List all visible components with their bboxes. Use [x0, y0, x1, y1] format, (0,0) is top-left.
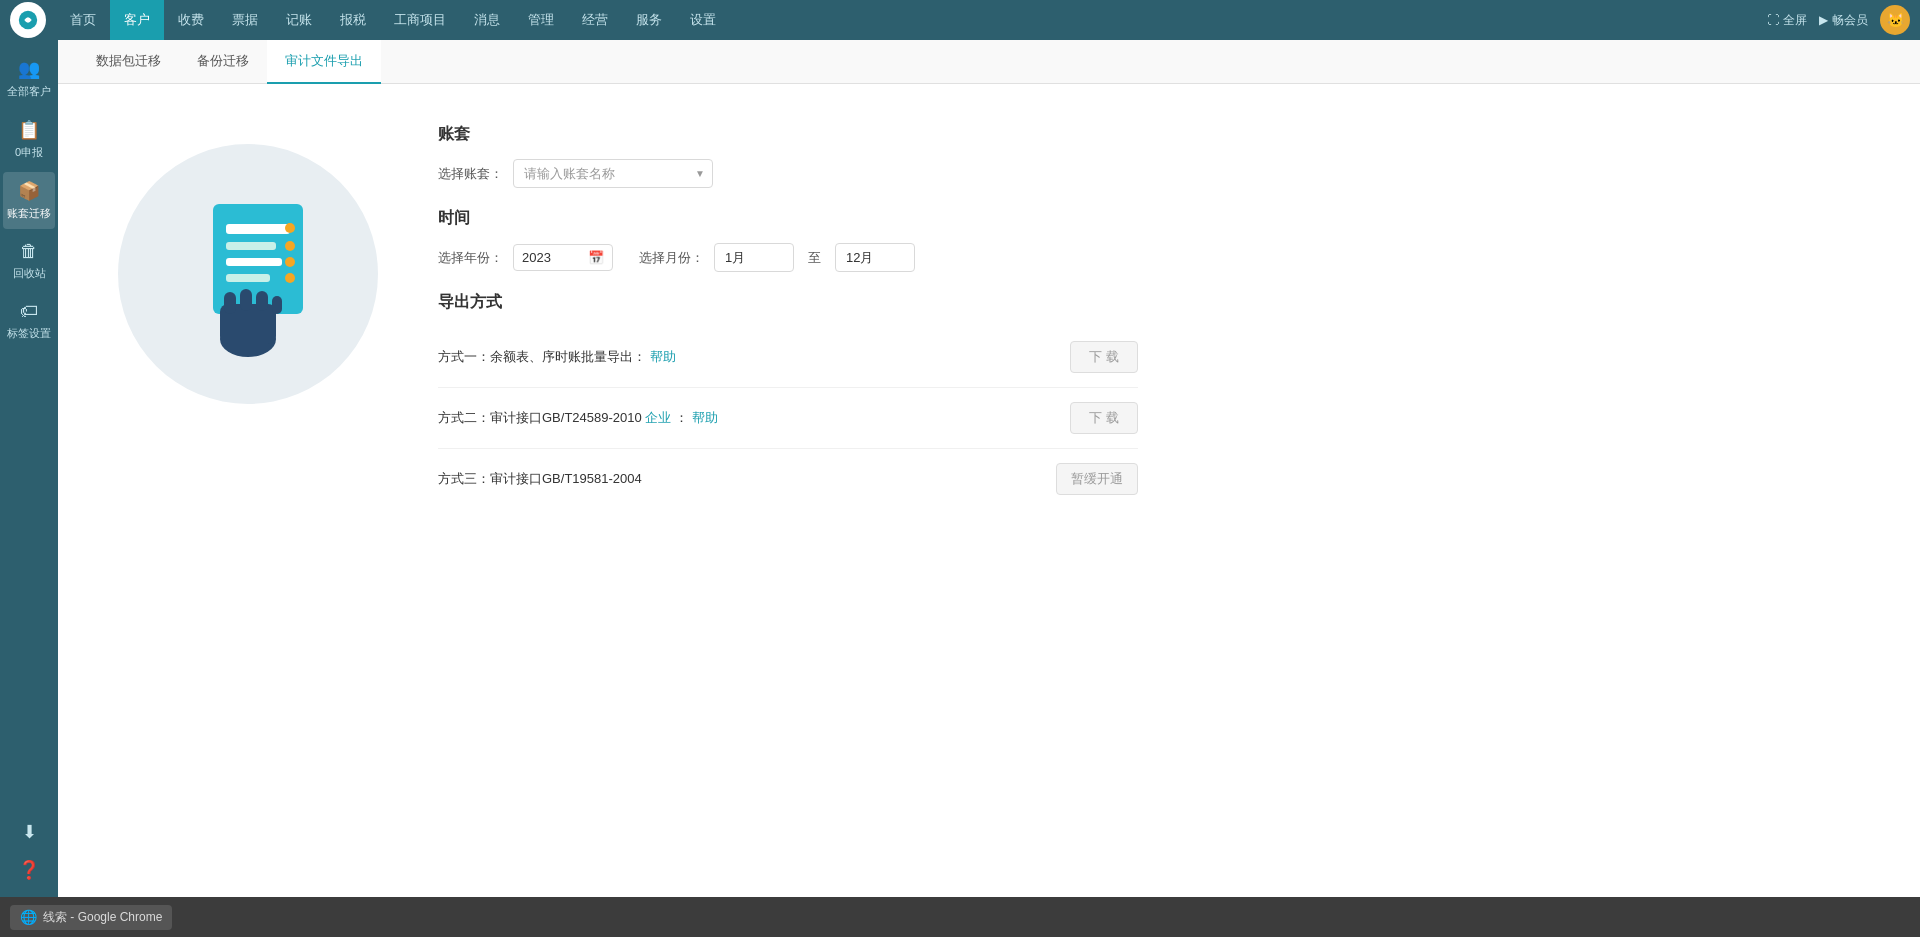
fullscreen-icon: ⛶ — [1767, 13, 1779, 27]
svg-rect-15 — [272, 296, 282, 314]
svg-rect-4 — [226, 258, 282, 266]
method-1-prefix: 方式一：余额表、序时账批量导出： — [438, 349, 646, 364]
illustration-area — [118, 124, 378, 857]
svg-point-6 — [285, 223, 295, 233]
month-start-wrapper: 1月 2月 3月 4月 5月 6月 7月 8月 9月 10月 11月 12月 — [714, 243, 794, 272]
taskbar-chrome-item[interactable]: 🌐 线索 - Google Chrome — [10, 905, 172, 930]
nav-bookkeeping[interactable]: 记账 — [272, 0, 326, 40]
svg-point-7 — [285, 241, 295, 251]
nav-settings[interactable]: 设置 — [676, 0, 730, 40]
tab-audit-export[interactable]: 审计文件导出 — [267, 40, 381, 84]
sidebar-item-all-customers[interactable]: 👥 全部客户 — [3, 50, 55, 107]
page-content: 账套 选择账套： 请输入账套名称 ▼ 时间 选择年份： — [58, 84, 1920, 897]
export-section-divider: 导出方式 — [438, 292, 1138, 313]
method-2-prefix: 方式二：审计接口GB/T24589-2010 — [438, 410, 642, 425]
method-2-help-link[interactable]: 帮助 — [692, 410, 718, 425]
member-icon: ▶ — [1819, 13, 1828, 27]
sidebar-item-label-settings[interactable]: 🏷 标签设置 — [3, 293, 55, 349]
month-start-select[interactable]: 1月 2月 3月 4月 5月 6月 7月 8月 9月 10月 11月 12月 — [714, 243, 794, 272]
nav-tax[interactable]: 报税 — [326, 0, 380, 40]
method-3-opening-button[interactable]: 暂缓开通 — [1056, 463, 1138, 495]
method-1-help-link[interactable]: 帮助 — [650, 349, 676, 364]
year-select-label: 选择年份： — [438, 249, 503, 267]
sidebar-item-recycle-bin[interactable]: 🗑 回收站 — [3, 233, 55, 289]
nav-operation[interactable]: 经营 — [568, 0, 622, 40]
sidebar-item-account-migration[interactable]: 📦 账套迁移 — [3, 172, 55, 229]
nav-items: 首页 客户 收费 票据 记账 报税 工商项目 消息 管理 经营 服务 设置 — [56, 0, 1767, 40]
taskbar: 🌐 线索 - Google Chrome — [0, 897, 1920, 937]
form-area: 账套 选择账套： 请输入账套名称 ▼ 时间 选择年份： — [438, 124, 1138, 857]
export-method-3: 方式三：审计接口GB/T19581-2004 暂缓开通 — [438, 449, 1138, 509]
right-controls: ⛶ 全屏 ▶ 畅会员 🐱 — [1767, 5, 1910, 35]
svg-rect-12 — [224, 292, 236, 314]
all-customers-icon: 👥 — [18, 58, 40, 80]
year-input-wrapper: 📅 — [513, 244, 613, 271]
svg-rect-3 — [226, 242, 276, 250]
tab-backup-migration[interactable]: 备份迁移 — [179, 40, 267, 84]
sidebar-bottom: ⬇ ❓ — [18, 821, 40, 897]
account-select[interactable]: 请输入账套名称 — [513, 159, 713, 188]
nav-service[interactable]: 服务 — [622, 0, 676, 40]
month-end-wrapper: 1月 2月 3月 4月 5月 6月 7月 8月 9月 10月 11月 12月 — [835, 243, 915, 272]
time-section-divider: 时间 — [438, 208, 1138, 229]
sidebar-help-button[interactable]: ❓ — [18, 859, 40, 881]
chrome-icon: 🌐 — [20, 909, 37, 925]
app-logo — [10, 2, 46, 38]
svg-point-9 — [285, 273, 295, 283]
nav-message[interactable]: 消息 — [460, 0, 514, 40]
method-2-text: 方式二：审计接口GB/T24589-2010 企业 ： 帮助 — [438, 409, 718, 427]
svg-rect-2 — [226, 224, 290, 234]
export-section-title: 导出方式 — [438, 292, 1138, 313]
top-nav: 首页 客户 收费 票据 记账 报税 工商项目 消息 管理 经营 服务 设置 ⛶ … — [0, 0, 1920, 40]
nav-invoice[interactable]: 票据 — [218, 0, 272, 40]
sidebar-item-zero-declaration[interactable]: 📋 0申报 — [3, 111, 55, 168]
account-select-label: 选择账套： — [438, 165, 503, 183]
avatar[interactable]: 🐱 — [1880, 5, 1910, 35]
account-select-row: 选择账套： 请输入账套名称 ▼ — [438, 159, 1138, 188]
svg-rect-5 — [226, 274, 270, 282]
year-input[interactable] — [522, 250, 582, 265]
sidebar-download-button[interactable]: ⬇ — [22, 821, 37, 843]
recycle-bin-icon: 🗑 — [20, 241, 38, 262]
method-3-text: 方式三：审计接口GB/T19581-2004 — [438, 470, 642, 488]
to-label: 至 — [804, 249, 825, 267]
export-method-2: 方式二：审计接口GB/T24589-2010 企业 ： 帮助 下 载 — [438, 388, 1138, 449]
taskbar-item-label: 线索 - Google Chrome — [43, 909, 162, 926]
illustration-circle — [118, 144, 378, 404]
month-end-select[interactable]: 1月 2月 3月 4月 5月 6月 7月 8月 9月 10月 11月 12月 — [835, 243, 915, 272]
time-select-row: 选择年份： 📅 选择月份： 1月 2月 3月 4月 5月 6月 — [438, 243, 1138, 272]
illustration-svg — [168, 184, 328, 364]
tab-bar: 数据包迁移 备份迁移 审计文件导出 — [58, 40, 1920, 84]
month-select-label: 选择月份： — [639, 249, 704, 267]
content-area: 数据包迁移 备份迁移 审计文件导出 — [58, 40, 1920, 897]
tab-data-migration[interactable]: 数据包迁移 — [78, 40, 179, 84]
account-migration-icon: 📦 — [18, 180, 40, 202]
method-1-download-button[interactable]: 下 载 — [1070, 341, 1138, 373]
time-section-title: 时间 — [438, 208, 1138, 229]
method-3-prefix: 方式三：审计接口GB/T19581-2004 — [438, 471, 642, 486]
fullscreen-button[interactable]: ⛶ 全屏 — [1767, 12, 1807, 29]
nav-customer[interactable]: 客户 — [110, 0, 164, 40]
zero-declaration-icon: 📋 — [18, 119, 40, 141]
svg-rect-13 — [240, 289, 252, 311]
main-layout: 👥 全部客户 📋 0申报 📦 账套迁移 🗑 回收站 🏷 标签设置 ⬇ ❓ 数据包… — [0, 40, 1920, 897]
export-method-1: 方式一：余额表、序时账批量导出： 帮助 下 载 — [438, 327, 1138, 388]
member-button[interactable]: ▶ 畅会员 — [1819, 12, 1868, 29]
method-2-suffix: ： — [675, 410, 688, 425]
account-select-wrapper: 请输入账套名称 ▼ — [513, 159, 713, 188]
nav-manage[interactable]: 管理 — [514, 0, 568, 40]
nav-business[interactable]: 工商项目 — [380, 0, 460, 40]
nav-fee[interactable]: 收费 — [164, 0, 218, 40]
sidebar: 👥 全部客户 📋 0申报 📦 账套迁移 🗑 回收站 🏷 标签设置 ⬇ ❓ — [0, 40, 58, 897]
method-2-download-button[interactable]: 下 载 — [1070, 402, 1138, 434]
account-section-title: 账套 — [438, 124, 1138, 145]
method-1-text: 方式一：余额表、序时账批量导出： 帮助 — [438, 348, 676, 366]
calendar-icon: 📅 — [588, 250, 604, 265]
svg-point-8 — [285, 257, 295, 267]
svg-rect-14 — [256, 291, 268, 311]
nav-home[interactable]: 首页 — [56, 0, 110, 40]
method-2-enterprise-link[interactable]: 企业 — [645, 410, 671, 425]
label-settings-icon: 🏷 — [20, 301, 38, 322]
